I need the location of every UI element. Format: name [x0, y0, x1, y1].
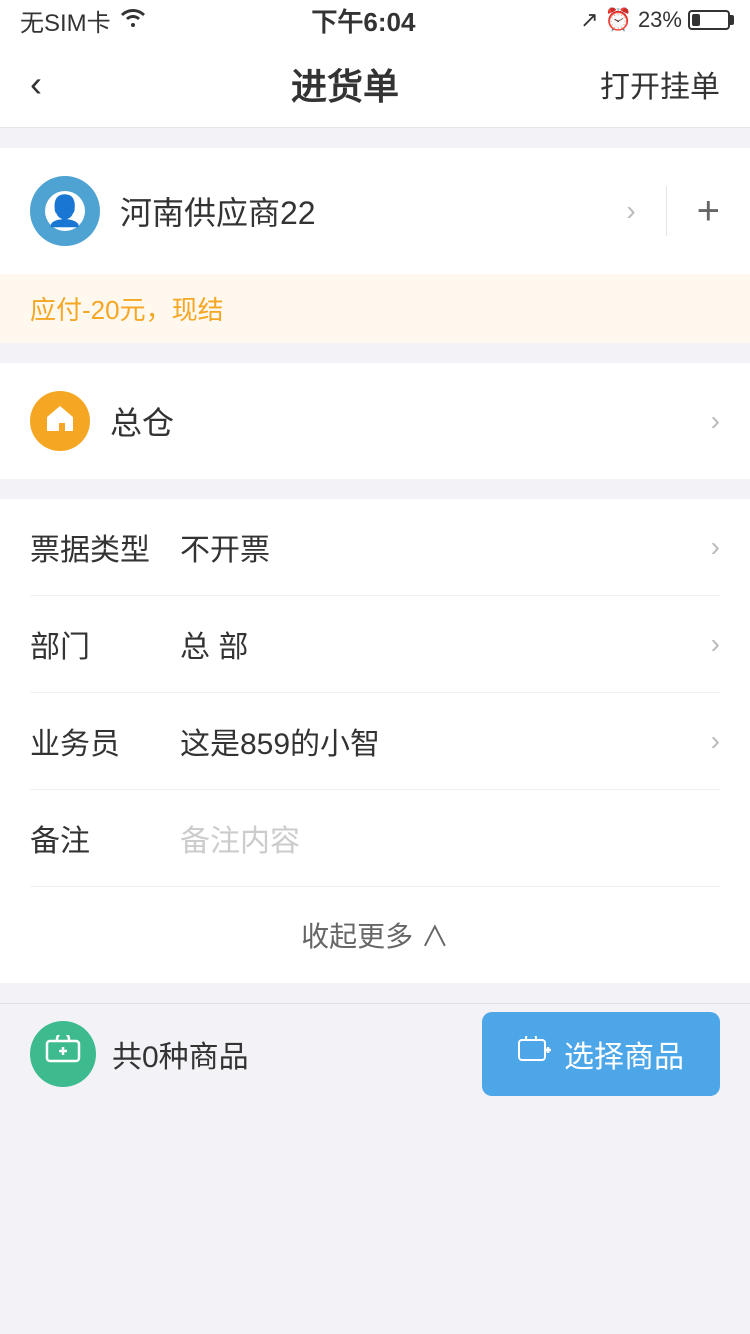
supplier-actions: › + — [626, 186, 720, 236]
sales-value: 这是859的小智 — [170, 719, 711, 763]
product-count-text: 共0种商品 — [112, 1032, 249, 1076]
battery-percent: 23% — [638, 7, 682, 33]
collapse-button[interactable]: 收起更多 ∧ — [0, 887, 750, 983]
invoice-label: 票据类型 — [30, 525, 170, 569]
supplier-name: 河南供应商22 — [120, 188, 626, 234]
section-divider-2 — [0, 343, 750, 363]
bottom-bar: 共0种商品 选择商品 — [0, 1003, 750, 1103]
chevron-right-icon: › — [711, 405, 720, 437]
collapse-section: 收起更多 ∧ — [0, 886, 750, 983]
collapse-label: 收起更多 ∧ — [301, 921, 449, 952]
dept-row[interactable]: 部门 总 部 › — [0, 596, 750, 692]
dept-label: 部门 — [30, 622, 170, 666]
warehouse-name: 总仓 — [110, 398, 711, 444]
nav-bar: ‹ 进货单 打开挂单 — [0, 40, 750, 128]
open-pending-button[interactable]: 打开挂单 — [600, 62, 720, 106]
sales-label: 业务员 — [30, 719, 170, 763]
section-divider-top — [0, 128, 750, 148]
invoice-row[interactable]: 票据类型 不开票 › — [0, 499, 750, 595]
location-icon: ↗ — [580, 7, 598, 33]
back-button[interactable]: ‹ — [30, 63, 90, 105]
product-count-wrap: 共0种商品 — [30, 1021, 249, 1087]
product-icon-wrap — [30, 1021, 96, 1087]
select-product-label: 选择商品 — [564, 1032, 684, 1076]
invoice-value: 不开票 — [170, 525, 711, 569]
note-placeholder[interactable]: 备注内容 — [170, 816, 720, 860]
status-time: 下午6:04 — [311, 2, 415, 39]
note-row[interactable]: 备注 备注内容 — [0, 790, 750, 886]
warehouse-icon-wrap — [30, 391, 90, 451]
battery-icon — [688, 10, 730, 30]
chevron-right-icon: › — [711, 628, 720, 660]
status-left: 无SIM卡 — [20, 3, 147, 38]
avatar: 👤 — [30, 176, 100, 246]
chevron-right-icon: › — [626, 195, 635, 227]
form-section: 票据类型 不开票 › 部门 总 部 › 业务员 这是859的小智 › 备注 备注… — [0, 499, 750, 886]
alarm-icon: ⏰ — [605, 7, 632, 33]
wifi-icon — [119, 6, 147, 34]
signal-text: 无SIM卡 — [20, 3, 111, 38]
avatar-inner: 👤 — [45, 191, 85, 231]
notice-bar: 应付-20元，现结 — [0, 274, 750, 343]
section-divider-4 — [0, 983, 750, 1003]
status-right: ↗ ⏰ 23% — [580, 7, 730, 33]
warehouse-row[interactable]: 总仓 › — [0, 363, 750, 479]
person-icon: 👤 — [46, 194, 83, 229]
supplier-row[interactable]: 👤 河南供应商22 › + — [0, 148, 750, 274]
warehouse-section[interactable]: 总仓 › — [0, 363, 750, 479]
cart-icon — [45, 1035, 81, 1072]
chevron-right-icon: › — [711, 725, 720, 757]
page-title: 进货单 — [291, 58, 399, 110]
warehouse-icon — [43, 401, 77, 442]
notice-text: 应付-20元，现结 — [30, 295, 224, 325]
vertical-divider — [666, 186, 667, 236]
sales-row[interactable]: 业务员 这是859的小智 › — [0, 693, 750, 789]
select-icon — [518, 1036, 552, 1072]
dept-value: 总 部 — [170, 622, 711, 666]
status-bar: 无SIM卡 下午6:04 ↗ ⏰ 23% — [0, 0, 750, 40]
chevron-right-icon: › — [711, 531, 720, 563]
section-divider-3 — [0, 479, 750, 499]
add-button[interactable]: + — [697, 191, 720, 231]
supplier-section: 👤 河南供应商22 › + 应付-20元，现结 — [0, 148, 750, 343]
select-product-button[interactable]: 选择商品 — [482, 1012, 720, 1096]
main-content: 👤 河南供应商22 › + 应付-20元，现结 — [0, 128, 750, 1334]
note-label: 备注 — [30, 816, 170, 860]
